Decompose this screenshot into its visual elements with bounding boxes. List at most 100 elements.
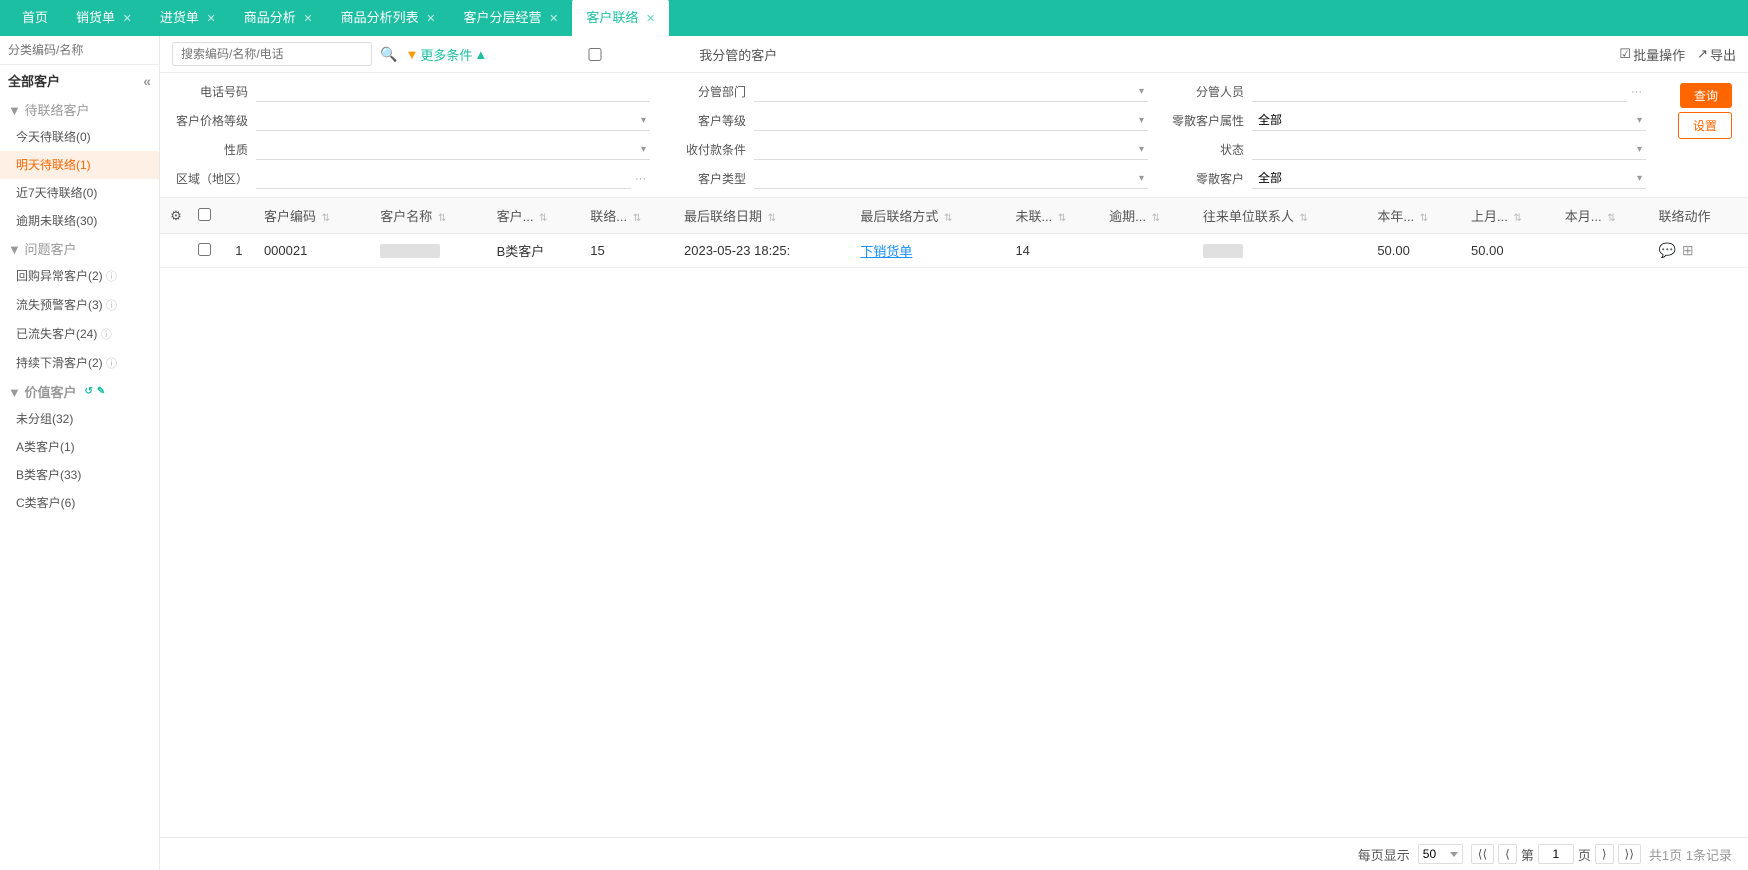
page-number-input[interactable] — [1538, 844, 1574, 864]
content-area: 🔍 ▼ 更多条件 ▲ 我分管的客户 ☑ 批量操作 ↗ 导出 — [160, 36, 1748, 870]
close-product-analysis-icon[interactable]: ✕ — [303, 13, 312, 25]
nav-sales-order[interactable]: 销货单 ✕ — [62, 0, 146, 36]
nav-product-analysis-list[interactable]: 商品分析列表 ✕ — [327, 0, 450, 36]
th-type[interactable]: 客户... ⇅ — [491, 198, 585, 234]
person-label: 分管人员 — [1172, 83, 1252, 100]
retail-customer-select-wrap: 全部 ▾ — [1252, 168, 1646, 189]
export-icon: ↗ — [1697, 46, 1708, 62]
customer-table: ⚙ 客户编码 ⇅ 客户名称 ⇅ 客户... ⇅ 联络... ⇅ 最后联络日期 ⇅… — [160, 198, 1748, 268]
export-button[interactable]: ↗ 导出 — [1697, 45, 1736, 64]
th-gear[interactable]: ⚙ — [160, 198, 192, 234]
sidebar-item-class-c[interactable]: C类客户(6) — [0, 489, 159, 517]
nav-customer-layered[interactable]: 客户分层经营 ✕ — [449, 0, 572, 36]
person-input[interactable] — [1252, 81, 1627, 102]
th-this-month[interactable]: 本月... ⇅ — [1559, 198, 1653, 234]
customer-level-select[interactable] — [754, 110, 1148, 130]
department-select[interactable] — [754, 81, 1148, 101]
settings-button[interactable]: 设置 — [1678, 112, 1732, 139]
sidebar-item-declining[interactable]: 持续下滑客户(2) ⓘ — [0, 349, 159, 378]
price-level-select[interactable] — [256, 110, 650, 130]
th-last-contact-date[interactable]: 最后联络日期 ⇅ — [678, 198, 854, 234]
sidebar-item-ungrouped[interactable]: 未分组(32) — [0, 405, 159, 433]
row-select-checkbox[interactable] — [198, 243, 211, 256]
nav-product-analysis[interactable]: 商品分析 ✕ — [230, 0, 327, 36]
nav-home[interactable]: 首页 — [8, 0, 62, 36]
th-num — [229, 198, 258, 234]
page-go-label: 第 — [1521, 845, 1534, 864]
th-last-month[interactable]: 上月... ⇅ — [1465, 198, 1559, 234]
row-contact: 15 — [584, 234, 678, 268]
nav-purchase-order[interactable]: 进货单 ✕ — [146, 0, 230, 36]
grid-action-icon[interactable]: ⊞ — [1682, 242, 1694, 259]
search-button[interactable]: 🔍 — [380, 46, 397, 63]
search-input[interactable] — [172, 42, 372, 66]
filter-row-2: 客户价格等级 ▾ 客户等级 ▾ — [176, 110, 1646, 131]
collapse-sidebar-icon[interactable]: « — [143, 73, 151, 89]
filter-cell-payment: 收付款条件 ▾ — [674, 139, 1148, 160]
prev-page-button[interactable]: ⟨ — [1498, 844, 1517, 864]
status-select[interactable] — [1252, 139, 1646, 159]
nature-select[interactable] — [256, 139, 650, 159]
region-input[interactable] — [256, 168, 631, 189]
last-contact-link[interactable]: 下销货单 — [860, 244, 912, 259]
close-customer-contact-icon[interactable]: ✕ — [646, 13, 655, 25]
more-conditions-button[interactable]: ▼ 更多条件 ▲ — [405, 45, 487, 64]
row-last-contact-method[interactable]: 下销货单 — [854, 234, 1009, 268]
sidebar-item-today-contact[interactable]: 今天待联络(0) — [0, 123, 159, 151]
value-edit-icon[interactable]: ✎ — [97, 386, 105, 397]
row-num: 1 — [229, 234, 258, 268]
phone-input[interactable] — [256, 81, 650, 102]
filter-icon: ▼ — [405, 47, 418, 62]
last-page-button[interactable]: ⟩⟩ — [1618, 844, 1641, 864]
th-unit-contact[interactable]: 往来单位联系人 ⇅ — [1197, 198, 1371, 234]
sort-last-date-icon: ⇅ — [768, 213, 776, 224]
th-code[interactable]: 客户编码 ⇅ — [258, 198, 374, 234]
nav-customer-contact[interactable]: 客户联络 ✕ — [572, 0, 669, 36]
sidebar: 🔍 全部客户 « ▼ 待联络客户 今天待联络(0) 明天待联络(1) 近7天待联… — [0, 36, 160, 870]
row-last-contact-date: 2023-05-23 18:25: — [678, 234, 854, 268]
value-refresh-icon[interactable]: ↺ — [84, 386, 92, 397]
batch-operation-button[interactable]: ☑ 批量操作 — [1619, 45, 1685, 64]
comment-action-icon[interactable]: 💬 — [1658, 242, 1675, 259]
filter-row-3: 性质 ▾ 收付款条件 ▾ — [176, 139, 1646, 160]
filter-cell-customer-type: 客户类型 ▾ — [674, 168, 1148, 189]
group-problem-customers: ▼ 问题客户 — [0, 235, 159, 262]
query-button[interactable]: 查询 — [1680, 83, 1732, 108]
row-actions: 💬 ⊞ — [1652, 234, 1748, 268]
sidebar-item-churned[interactable]: 已流失客户(24) ⓘ — [0, 320, 159, 349]
sidebar-item-7days-contact[interactable]: 近7天待联络(0) — [0, 179, 159, 207]
th-overdue[interactable]: 逾期... ⇅ — [1103, 198, 1197, 234]
close-sales-order-icon[interactable]: ✕ — [123, 13, 132, 25]
my-customers-checkbox[interactable] — [495, 48, 695, 61]
th-name[interactable]: 客户名称 ⇅ — [374, 198, 490, 234]
sidebar-item-repurchase-abnormal[interactable]: 回购异常客户(2) ⓘ — [0, 262, 159, 291]
page-size-select[interactable]: 20 50 100 — [1418, 844, 1463, 864]
next-page-button[interactable]: ⟩ — [1595, 844, 1614, 864]
customer-type-select[interactable] — [754, 168, 1148, 188]
th-no-contact[interactable]: 未联... ⇅ — [1009, 198, 1103, 234]
sort-this-month-icon: ⇅ — [1607, 213, 1615, 224]
payment-select[interactable] — [754, 139, 1148, 159]
th-last-contact-method[interactable]: 最后联络方式 ⇅ — [854, 198, 1009, 234]
sidebar-search-input[interactable] — [8, 43, 160, 57]
pagination-bar: 每页显示 20 50 100 ⟨⟨ ⟨ 第 页 ⟩ ⟩⟩ 共1页 1条记录 — [160, 837, 1748, 870]
close-purchase-order-icon[interactable]: ✕ — [207, 13, 216, 25]
sidebar-item-tomorrow-contact[interactable]: 明天待联络(1) — [0, 151, 159, 179]
row-action-icons: 💬 ⊞ — [1658, 242, 1742, 259]
close-product-list-icon[interactable]: ✕ — [426, 13, 435, 25]
select-all-checkbox[interactable] — [198, 208, 211, 221]
th-this-year[interactable]: 本年... ⇅ — [1371, 198, 1465, 234]
sidebar-item-churn-warning[interactable]: 流失预警客户(3) ⓘ — [0, 291, 159, 320]
first-page-button[interactable]: ⟨⟨ — [1471, 844, 1494, 864]
retail-attr-select[interactable]: 全部 — [1252, 110, 1646, 130]
retail-customer-select[interactable]: 全部 — [1252, 168, 1646, 188]
sidebar-item-class-a[interactable]: A类客户(1) — [0, 433, 159, 461]
row-code: 000021 — [258, 234, 374, 268]
close-customer-layered-icon[interactable]: ✕ — [549, 13, 558, 25]
person-more-icon[interactable]: ··· — [1627, 86, 1646, 98]
advanced-filter-panel: 电话号码 分管部门 ▾ 分管人员 — [160, 73, 1748, 198]
region-more-icon[interactable]: ··· — [631, 173, 650, 185]
sidebar-item-overdue-contact[interactable]: 逾期未联络(30) — [0, 207, 159, 235]
th-contact[interactable]: 联络... ⇅ — [584, 198, 678, 234]
sidebar-item-class-b[interactable]: B类客户(33) — [0, 461, 159, 489]
